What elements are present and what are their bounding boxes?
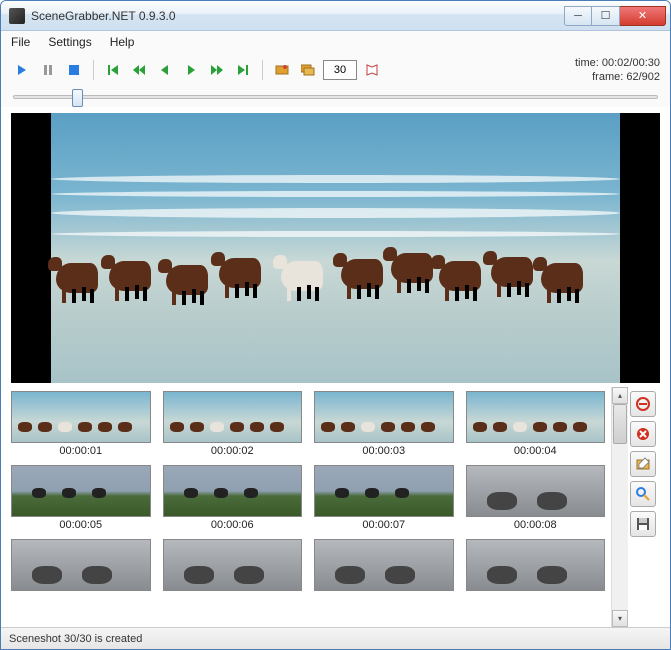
- thumbnail[interactable]: 00:00:08: [466, 465, 606, 531]
- thumbnail-time: 00:00:02: [211, 445, 254, 457]
- window-title: SceneGrabber.NET 0.9.3.0: [31, 9, 564, 23]
- thumbnail[interactable]: 00:00:04: [466, 391, 606, 457]
- thumbnail-image: [466, 465, 606, 517]
- minimize-button[interactable]: ─: [564, 6, 592, 26]
- thumbnails-scrollbar[interactable]: ▴ ▾: [611, 387, 628, 627]
- toolbar: time: 00:02/00:30 frame: 62/902: [1, 53, 670, 87]
- scroll-thumb[interactable]: [613, 404, 627, 444]
- thumbnail[interactable]: 00:00:03: [314, 391, 454, 457]
- capture-multi-button[interactable]: [297, 59, 319, 81]
- save-button[interactable]: [630, 511, 656, 537]
- separator: [262, 60, 263, 80]
- thumbnail[interactable]: 00:00:02: [163, 391, 303, 457]
- skip-start-button[interactable]: [102, 59, 124, 81]
- thumbnail-time: 00:00:04: [514, 445, 557, 457]
- thumbnail-image: [11, 539, 151, 591]
- seek-slider-row: [1, 87, 670, 107]
- thumbnail-image: [163, 539, 303, 591]
- thumbnail-image: [314, 465, 454, 517]
- frame-label: frame: 62/902: [575, 70, 660, 84]
- menubar: File Settings Help: [1, 31, 670, 53]
- scroll-down-button[interactable]: ▾: [612, 610, 628, 627]
- statusbar: Sceneshot 30/30 is created: [1, 627, 670, 649]
- thumbnails-scroll: 00:00:01 00:00:02 00:00:03 00:00:04 00:00:05…: [11, 387, 611, 627]
- skip-end-button[interactable]: [232, 59, 254, 81]
- thumbnail[interactable]: [314, 539, 454, 593]
- separator: [93, 60, 94, 80]
- thumbnail-time: 00:00:01: [59, 445, 102, 457]
- thumbnail[interactable]: 00:00:01: [11, 391, 151, 457]
- seek-thumb[interactable]: [72, 89, 83, 107]
- scroll-track[interactable]: [612, 404, 628, 610]
- pause-button[interactable]: [37, 59, 59, 81]
- close-button[interactable]: ✕: [620, 6, 666, 26]
- thumbnail-time: 00:00:07: [362, 519, 405, 531]
- video-preview: [11, 113, 660, 383]
- status-text: Sceneshot 30/30 is created: [9, 633, 142, 645]
- thumbnail-image: [314, 391, 454, 443]
- app-icon: [9, 8, 25, 24]
- seek-slider[interactable]: [13, 95, 658, 99]
- thumbnail-time: 00:00:08: [514, 519, 557, 531]
- play-button[interactable]: [11, 59, 33, 81]
- menu-help[interactable]: Help: [110, 35, 135, 49]
- capture-single-button[interactable]: [271, 59, 293, 81]
- thumbnail[interactable]: [11, 539, 151, 593]
- thumbnail-image: [466, 539, 606, 591]
- titlebar: SceneGrabber.NET 0.9.3.0 ─ ☐ ✕: [1, 1, 670, 31]
- book-button[interactable]: [361, 59, 383, 81]
- scroll-up-button[interactable]: ▴: [612, 387, 628, 404]
- remove-button[interactable]: [630, 421, 656, 447]
- time-info: time: 00:02/00:30 frame: 62/902: [575, 56, 660, 85]
- thumbnail-image: [314, 539, 454, 591]
- delete-button[interactable]: [630, 391, 656, 417]
- thumbnail-image: [163, 465, 303, 517]
- thumbnail-image: [466, 391, 606, 443]
- fast-forward-button[interactable]: [206, 59, 228, 81]
- thumbnail[interactable]: [466, 539, 606, 593]
- thumbnail[interactable]: [163, 539, 303, 593]
- video-frame: [51, 113, 620, 383]
- thumbnail-time: 00:00:03: [362, 445, 405, 457]
- thumbnail[interactable]: 00:00:05: [11, 465, 151, 531]
- side-tools: [628, 387, 658, 627]
- frame-count-input[interactable]: [323, 60, 357, 80]
- edit-button[interactable]: [630, 451, 656, 477]
- thumbnail[interactable]: 00:00:07: [314, 465, 454, 531]
- thumbnails-panel: 00:00:01 00:00:02 00:00:03 00:00:04 00:00:05…: [11, 387, 664, 627]
- menu-file[interactable]: File: [11, 35, 30, 49]
- thumbnail-image: [163, 391, 303, 443]
- thumbnail[interactable]: 00:00:06: [163, 465, 303, 531]
- rewind-button[interactable]: [128, 59, 150, 81]
- step-back-button[interactable]: [154, 59, 176, 81]
- zoom-button[interactable]: [630, 481, 656, 507]
- thumbnail-time: 00:00:06: [211, 519, 254, 531]
- maximize-button[interactable]: ☐: [592, 6, 620, 26]
- thumbnail-image: [11, 391, 151, 443]
- menu-settings[interactable]: Settings: [48, 35, 91, 49]
- thumbnail-image: [11, 465, 151, 517]
- thumbnail-time: 00:00:05: [59, 519, 102, 531]
- time-label: time: 00:02/00:30: [575, 56, 660, 70]
- step-forward-button[interactable]: [180, 59, 202, 81]
- stop-button[interactable]: [63, 59, 85, 81]
